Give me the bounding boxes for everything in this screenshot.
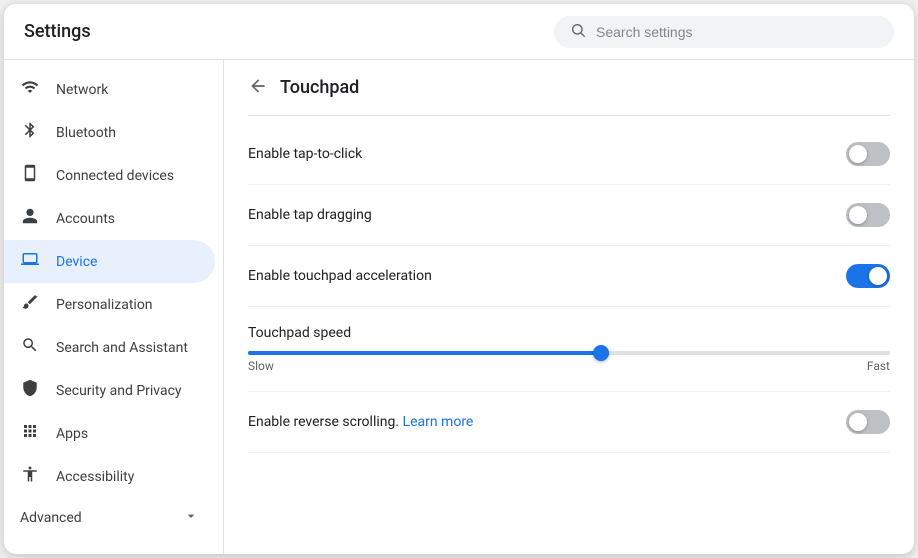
reverse-scrolling-toggle[interactable] [846,410,890,434]
app-title: Settings [24,21,91,42]
tap-dragging-label: Enable tap dragging [248,207,372,223]
touchpad-speed-label: Touchpad speed [248,325,890,341]
fast-label: Fast [867,359,890,373]
setting-tap-to-click: Enable tap-to-click [248,124,890,185]
touchpad-acceleration-toggle[interactable] [846,264,890,288]
setting-touchpad-acceleration: Enable touchpad acceleration [248,246,890,307]
device-icon [20,164,40,187]
learn-more-link[interactable]: Learn more [403,414,474,430]
search-icon [570,22,586,42]
sidebar-label-apps: Apps [56,426,88,442]
sidebar-label-security-privacy: Security and Privacy [56,383,182,399]
bluetooth-icon [20,121,40,144]
slider-track [248,351,890,355]
content-area: Network Bluetooth Connected device [4,60,914,554]
slider-container: Slow Fast [248,351,890,373]
sidebar-item-connected-devices[interactable]: Connected devices [4,154,215,197]
toggle-thumb [869,267,887,285]
person-icon [20,207,40,230]
slider-range: Slow Fast [248,359,890,373]
sidebar-item-personalization[interactable]: Personalization [4,283,215,326]
slider-full-wrap: Slow Fast [248,351,890,373]
wifi-icon [20,78,40,101]
sidebar-item-apps[interactable]: Apps [4,412,215,455]
sidebar: Network Bluetooth Connected device [4,60,224,554]
slow-label: Slow [248,359,274,373]
settings-window: Settings Network [4,4,914,554]
toggle-thumb [849,413,867,431]
sidebar-item-security-privacy[interactable]: Security and Privacy [4,369,215,412]
laptop-icon [20,250,40,273]
reverse-scrolling-label: Enable reverse scrolling. Learn more [248,414,473,430]
main-content: Touchpad Enable tap-to-click Enable tap … [224,60,914,554]
sidebar-item-search-assistant[interactable]: Search and Assistant [4,326,215,369]
page-title: Touchpad [280,77,359,98]
sidebar-item-accessibility[interactable]: Accessibility [4,455,215,498]
sidebar-item-advanced[interactable]: Advanced [4,498,215,538]
tap-to-click-label: Enable tap-to-click [248,146,362,162]
apps-icon [20,422,40,445]
page-header: Touchpad [248,60,890,116]
search-bar[interactable] [554,16,894,48]
sidebar-label-device: Device [56,254,97,270]
sidebar-item-bluetooth[interactable]: Bluetooth [4,111,215,154]
sidebar-label-accessibility: Accessibility [56,469,134,485]
search-input[interactable] [596,24,878,40]
toggle-thumb [849,206,867,224]
touchpad-acceleration-label: Enable touchpad acceleration [248,268,432,284]
toggle-thumb [849,145,867,163]
sidebar-item-network[interactable]: Network [4,68,215,111]
chevron-down-icon [183,508,199,528]
setting-touchpad-speed: Touchpad speed Slow Fast [248,307,890,392]
back-button[interactable] [248,76,268,99]
tap-dragging-toggle[interactable] [846,203,890,227]
sidebar-label-network: Network [56,82,108,98]
shield-icon [20,379,40,402]
accessibility-icon [20,465,40,488]
brush-icon [20,293,40,316]
sidebar-label-accounts: Accounts [56,211,115,227]
sidebar-label-personalization: Personalization [56,297,153,313]
search-nav-icon [20,336,40,359]
setting-tap-dragging: Enable tap dragging [248,185,890,246]
tap-to-click-toggle[interactable] [846,142,890,166]
sidebar-label-bluetooth: Bluetooth [56,125,116,141]
advanced-label: Advanced [20,510,82,526]
sidebar-label-connected-devices: Connected devices [56,168,174,184]
sidebar-item-device[interactable]: Device [4,240,215,283]
sidebar-label-search-assistant: Search and Assistant [56,340,188,356]
sidebar-item-accounts[interactable]: Accounts [4,197,215,240]
setting-reverse-scrolling: Enable reverse scrolling. Learn more [248,392,890,453]
header: Settings [4,4,914,60]
